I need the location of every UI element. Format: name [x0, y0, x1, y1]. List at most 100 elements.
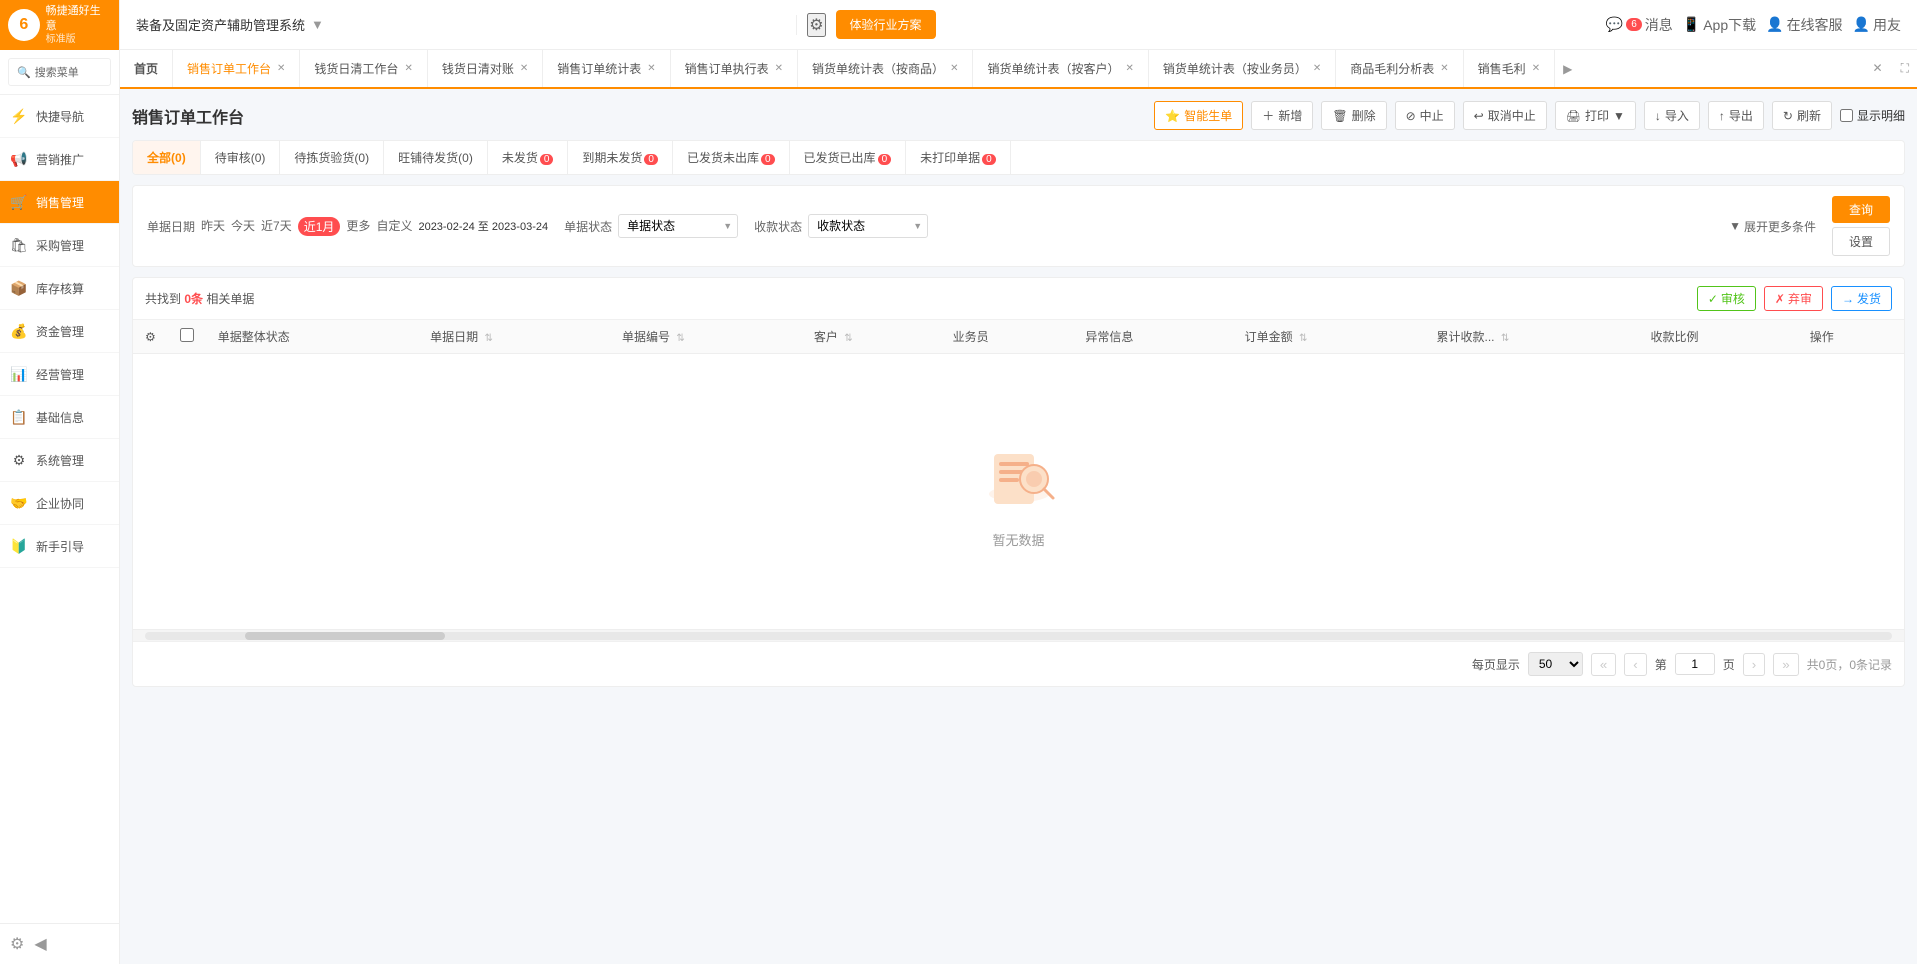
close-all-tabs-button[interactable]: ✕ [1865, 55, 1891, 82]
col-amount-header[interactable]: 订单金额 ⇅ [1233, 320, 1425, 354]
show-detail-checkbox[interactable] [1840, 109, 1853, 122]
ship-batch-button[interactable]: → 发货 [1831, 286, 1892, 311]
sidebar-search-area: 🔍 搜索菜单 [0, 50, 119, 95]
print-button[interactable]: 🖨 打印 ▼ [1555, 101, 1636, 130]
system-dropdown-icon[interactable]: ▼ [311, 17, 324, 32]
subtab-shipped-not-stored[interactable]: 已发货未出库0 [673, 141, 790, 174]
refresh-button[interactable]: ↻ 刷新 [1772, 101, 1832, 130]
sidebar-item-quick-nav[interactable]: ⚡ 快捷导航 [0, 95, 119, 138]
date-today[interactable]: 今天 [231, 217, 255, 236]
subtab-all[interactable]: 全部(0) [133, 141, 201, 174]
review-batch-button[interactable]: ✓ 审核 [1697, 286, 1756, 311]
tab-close-goods-profit[interactable]: ✕ [1440, 63, 1448, 74]
horizontal-scrollbar[interactable] [133, 629, 1904, 641]
tab-home[interactable]: 首页 [120, 50, 173, 87]
last-page-button[interactable]: » [1773, 653, 1798, 676]
prev-page-button[interactable]: ‹ [1624, 653, 1646, 676]
tab-close-sales-order-exec[interactable]: ✕ [775, 63, 783, 74]
col-customer-header[interactable]: 客户 ⇅ [802, 320, 941, 354]
date-range-text: 2023-02-24 至 2023-03-24 [418, 218, 548, 234]
tab-close-sales-order[interactable]: ✕ [277, 63, 285, 74]
smart-create-button[interactable]: ⭐ 智能生单 [1154, 101, 1243, 130]
sidebar-item-sales[interactable]: 🛒 销售管理 [0, 181, 119, 224]
set-button[interactable]: 设置 [1832, 227, 1890, 256]
app-download-button[interactable]: 📱 App下载 [1683, 15, 1756, 35]
tab-sales-order-stat[interactable]: 销售订单统计表 ✕ [543, 50, 670, 87]
cancel-review-batch-button[interactable]: ✗ 弃审 [1764, 286, 1823, 311]
tab-sales-stat-product[interactable]: 销货单统计表（按商品） ✕ [798, 50, 973, 87]
fullscreen-button[interactable]: ⛶ [1893, 55, 1917, 82]
tab-sales-order-exec[interactable]: 销售订单执行表 ✕ [671, 50, 798, 87]
tab-cash-reconcile[interactable]: 钱货日清对账 ✕ [428, 50, 543, 87]
tab-close-sales-stat-customer[interactable]: ✕ [1125, 63, 1133, 74]
tab-close-cash-reconcile[interactable]: ✕ [520, 63, 528, 74]
tabbar-more-button[interactable]: ▶ [1555, 54, 1580, 84]
select-all-checkbox[interactable] [180, 328, 194, 342]
sidebar-item-system[interactable]: ⚙ 系统管理 [0, 439, 119, 482]
query-button[interactable]: 查询 [1832, 196, 1890, 223]
subtab-expired-not-shipped[interactable]: 到期未发货0 [568, 141, 673, 174]
scrollbar-thumb[interactable] [245, 632, 445, 640]
sidebar-item-finance[interactable]: 💰 资金管理 [0, 310, 119, 353]
settings-column-icon[interactable]: ⚙ [145, 330, 156, 344]
tab-goods-profit[interactable]: 商品毛利分析表 ✕ [1336, 50, 1463, 87]
industry-solution-button[interactable]: 体验行业方案 [836, 10, 936, 39]
first-page-button[interactable]: « [1591, 653, 1616, 676]
date-1month[interactable]: 近1月 [298, 217, 341, 236]
status-select[interactable]: 单据状态 [618, 214, 738, 238]
sidebar-item-enterprise[interactable]: 🤝 企业协同 [0, 482, 119, 525]
sidebar-item-purchase[interactable]: 🛍 采购管理 [0, 224, 119, 267]
online-service-button[interactable]: 👤 在线客服 [1766, 15, 1842, 35]
subtab-shipped-stored[interactable]: 已发货已出库0 [790, 141, 907, 174]
refresh-icon: ↻ [1783, 109, 1793, 123]
sidebar-item-inventory[interactable]: 📦 库存核算 [0, 267, 119, 310]
tab-cash-daily[interactable]: 钱货日清工作台 ✕ [300, 50, 427, 87]
next-page-button[interactable]: › [1743, 653, 1765, 676]
tab-close-sales-stat-product[interactable]: ✕ [950, 63, 958, 74]
collapse-icon[interactable]: ◀ [34, 934, 46, 954]
tab-sales-order-workbench[interactable]: 销售订单工作台 ✕ [173, 50, 300, 89]
current-page-input[interactable] [1675, 653, 1715, 675]
sidebar-item-business[interactable]: 📊 经营管理 [0, 353, 119, 396]
import-button[interactable]: ↓ 导入 [1644, 101, 1700, 130]
tab-close-sales-stat-staff[interactable]: ✕ [1313, 63, 1321, 74]
tab-close-sales-profit[interactable]: ✕ [1532, 63, 1540, 74]
subtab-pending-review[interactable]: 待审核(0) [201, 141, 281, 174]
tab-close-sales-order-stat[interactable]: ✕ [647, 63, 655, 74]
export-button[interactable]: ↑ 导出 [1708, 101, 1764, 130]
col-collected-header[interactable]: 累计收款... ⇅ [1424, 320, 1638, 354]
gear-button[interactable]: ⚙ [807, 13, 825, 37]
payment-select[interactable]: 收款状态 [808, 214, 928, 238]
payment-select-wrapper: 收款状态 [808, 214, 928, 238]
expand-filter-button[interactable]: ▼ 展开更多条件 [1729, 218, 1816, 235]
user-button[interactable]: 👤 用友 [1853, 15, 1901, 35]
subtab-pending-inspect[interactable]: 待拣货验货(0) [280, 141, 384, 174]
sidebar-item-marketing[interactable]: 📢 营销推广 [0, 138, 119, 181]
message-icon: 💬 [1606, 16, 1623, 33]
col-date-header[interactable]: 单据日期 ⇅ [418, 320, 610, 354]
sidebar-item-guide[interactable]: 🔰 新手引导 [0, 525, 119, 568]
suspend-button[interactable]: ⊘ 中止 [1395, 101, 1455, 130]
quick-nav-icon: ⚡ [10, 107, 28, 125]
sidebar-item-basic[interactable]: 📋 基础信息 [0, 396, 119, 439]
delete-button[interactable]: 🗑 删除 [1321, 101, 1386, 130]
cancel-icon: ↩ [1474, 109, 1484, 123]
search-menu-button[interactable]: 🔍 搜索菜单 [8, 58, 111, 86]
date-yesterday[interactable]: 昨天 [201, 217, 225, 236]
subtab-not-shipped[interactable]: 未发货0 [488, 141, 569, 174]
subtab-not-printed[interactable]: 未打印单据0 [906, 141, 1011, 174]
col-number-header[interactable]: 单据编号 ⇅ [610, 320, 802, 354]
cancel-suspend-button[interactable]: ↩ 取消中止 [1463, 101, 1547, 130]
page-size-select[interactable]: 50 10 20 100 [1528, 652, 1583, 676]
tab-close-cash-daily[interactable]: ✕ [404, 63, 412, 74]
subtab-wangpu-pending[interactable]: 旺铺待发货(0) [384, 141, 488, 174]
date-more[interactable]: 更多 [346, 217, 370, 236]
tab-sales-stat-staff[interactable]: 销货单统计表（按业务员） ✕ [1149, 50, 1336, 87]
tab-sales-profit[interactable]: 销售毛利 ✕ [1464, 50, 1555, 87]
date-custom[interactable]: 自定义 [376, 217, 412, 236]
settings-icon[interactable]: ⚙ [10, 934, 24, 954]
message-button[interactable]: 💬 6 消息 [1606, 15, 1673, 35]
tab-sales-stat-customer[interactable]: 销货单统计表（按客户） ✕ [973, 50, 1148, 87]
date-7days[interactable]: 近7天 [261, 217, 292, 236]
add-button[interactable]: ＋ 新增 [1251, 101, 1313, 130]
